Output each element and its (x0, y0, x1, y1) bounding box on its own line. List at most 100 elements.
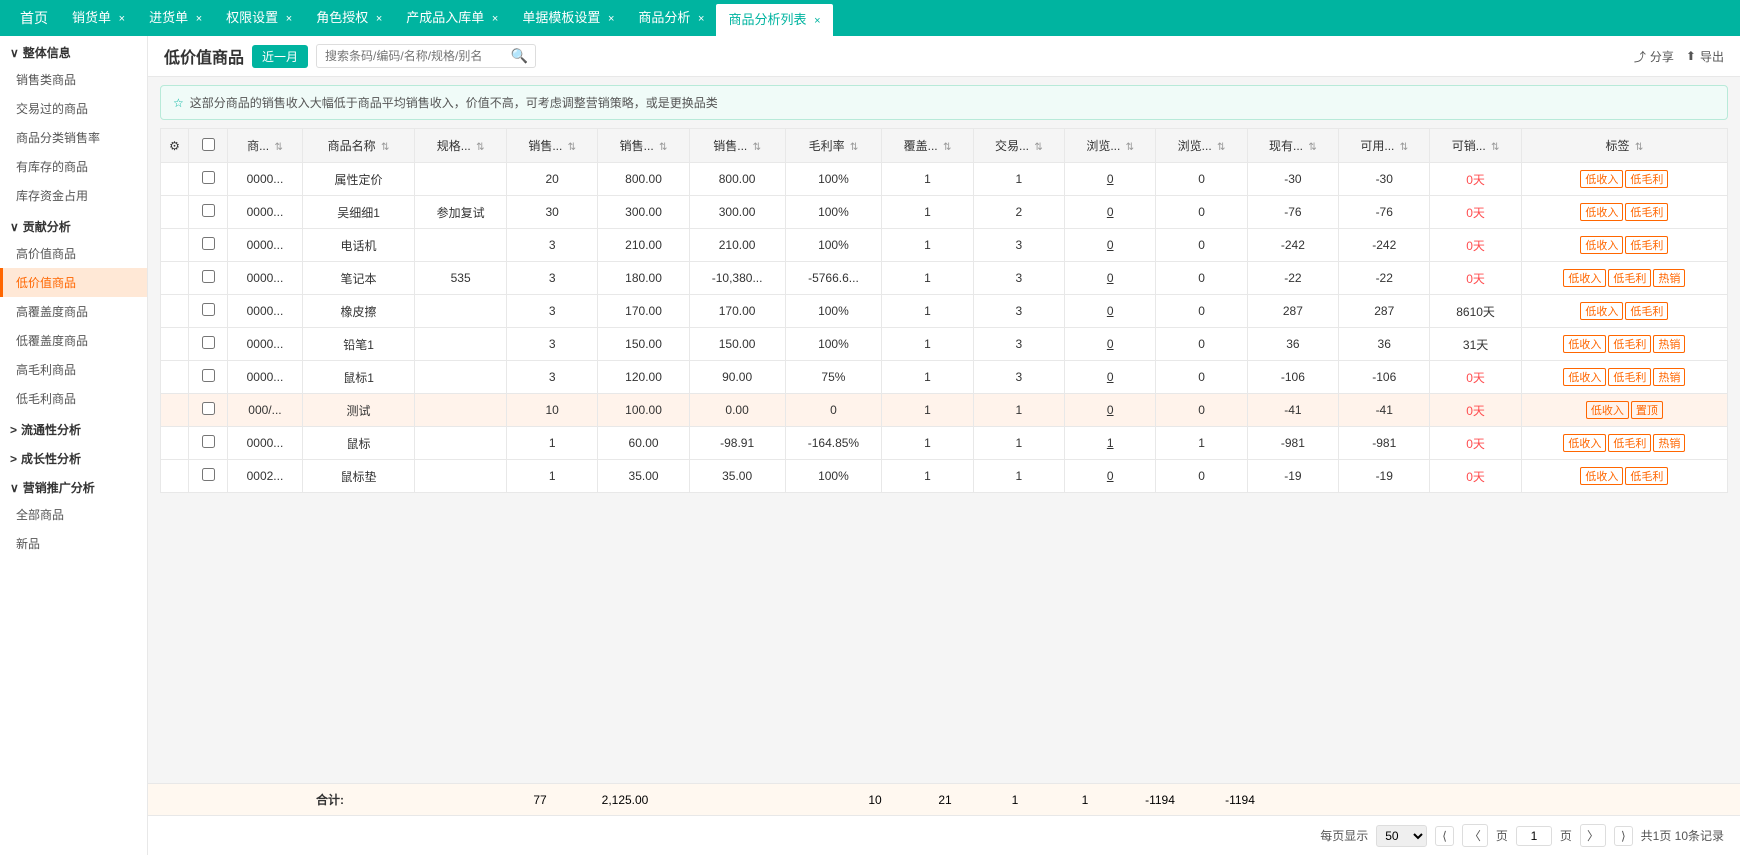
th-code[interactable]: 商... ⇅ (228, 129, 303, 163)
view1-link[interactable]: 0 (1107, 337, 1114, 351)
nav-item-purchase[interactable]: 进货单 × (137, 0, 214, 36)
td-checkbox[interactable] (189, 328, 228, 361)
view1-link[interactable]: 1 (1107, 436, 1114, 450)
row-checkbox[interactable] (202, 402, 215, 415)
table-wrapper[interactable]: ⚙ 商... ⇅ 商品名称 ⇅ 规格... ⇅ 销售... ⇅ 销售... ⇅ … (148, 128, 1740, 783)
nav-item-warehouse[interactable]: 产成品入库单 × (394, 0, 510, 36)
td-view1[interactable]: 0 (1065, 328, 1156, 361)
sidebar-group-contribution[interactable]: ∨ 贡献分析 (0, 210, 147, 239)
th-saleable[interactable]: 可销... ⇅ (1430, 129, 1521, 163)
share-button[interactable]: ⤴ 分享 (1634, 48, 1674, 65)
sidebar-item-high-coverage[interactable]: 高覆盖度商品 (0, 297, 147, 326)
th-gross-rate[interactable]: 毛利率 ⇅ (785, 129, 882, 163)
row-checkbox[interactable] (202, 303, 215, 316)
sidebar-item-inventory-capital[interactable]: 库存资金占用 (0, 181, 147, 210)
nav-item-sales[interactable]: 销货单 × (60, 0, 137, 36)
sidebar-group-overall[interactable]: ∨ 整体信息 (0, 36, 147, 65)
view1-link[interactable]: 0 (1107, 403, 1114, 417)
nav-item-permission[interactable]: 权限设置 × (214, 0, 304, 36)
row-checkbox[interactable] (202, 237, 215, 250)
home-nav-item[interactable]: 首页 (8, 0, 60, 36)
td-checkbox[interactable] (189, 229, 228, 262)
th-available[interactable]: 可用... ⇅ (1339, 129, 1430, 163)
row-checkbox[interactable] (202, 336, 215, 349)
td-days: 0天 (1430, 196, 1521, 229)
th-view1[interactable]: 浏览... ⇅ (1065, 129, 1156, 163)
th-name[interactable]: 商品名称 ⇅ (302, 129, 414, 163)
row-checkbox[interactable] (202, 435, 215, 448)
sidebar-item-high-profit[interactable]: 高毛利商品 (0, 355, 147, 384)
view1-link[interactable]: 0 (1107, 205, 1114, 219)
sidebar-group-marketing[interactable]: ∨ 营销推广分析 (0, 471, 147, 500)
nav-item-role[interactable]: 角色授权 × (304, 0, 394, 36)
th-gear[interactable]: ⚙ (161, 129, 189, 163)
last-page-button[interactable]: ⟩ (1614, 826, 1633, 846)
view1-link[interactable]: 0 (1107, 304, 1114, 318)
search-icon[interactable]: 🔍 (511, 48, 528, 65)
td-checkbox[interactable] (189, 361, 228, 394)
th-tags[interactable]: 标签 ⇅ (1521, 129, 1727, 163)
view1-link[interactable]: 0 (1107, 370, 1114, 384)
th-spec[interactable]: 规格... ⇅ (415, 129, 507, 163)
td-spec (415, 427, 507, 460)
td-checkbox[interactable] (189, 262, 228, 295)
sidebar-item-low-coverage[interactable]: 低覆盖度商品 (0, 326, 147, 355)
next-page-button[interactable]: 〉 (1580, 824, 1606, 847)
sidebar-item-low-profit[interactable]: 低毛利商品 (0, 384, 147, 413)
sidebar-group-growth[interactable]: > 成长性分析 (0, 442, 147, 471)
td-checkbox[interactable] (189, 295, 228, 328)
th-coverage[interactable]: 覆盖... ⇅ (882, 129, 973, 163)
sidebar-item-category-rate[interactable]: 商品分类销售率 (0, 123, 147, 152)
prev-page-button[interactable]: 〈 (1462, 824, 1488, 847)
sidebar-item-all-products[interactable]: 全部商品 (0, 500, 147, 529)
sidebar-item-sales-products[interactable]: 销售类商品 (0, 65, 147, 94)
td-view1[interactable]: 0 (1065, 361, 1156, 394)
nav-item-analysis[interactable]: 商品分析 × (626, 0, 716, 36)
view1-link[interactable]: 0 (1107, 238, 1114, 252)
row-checkbox[interactable] (202, 204, 215, 217)
td-view1[interactable]: 0 (1065, 262, 1156, 295)
td-sale-qty: 1 (507, 460, 598, 493)
th-checkbox[interactable] (189, 129, 228, 163)
td-checkbox[interactable] (189, 394, 228, 427)
view1-link[interactable]: 0 (1107, 271, 1114, 285)
page-size-select[interactable]: 50 100 200 (1376, 825, 1427, 847)
th-sale-amount[interactable]: 销售... ⇅ (598, 129, 689, 163)
th-current[interactable]: 现有... ⇅ (1247, 129, 1338, 163)
view1-link[interactable]: 0 (1107, 469, 1114, 483)
nav-item-template[interactable]: 单据模板设置 × (510, 0, 626, 36)
td-checkbox[interactable] (189, 460, 228, 493)
export-button[interactable]: ⬆ 导出 (1686, 48, 1724, 65)
td-checkbox[interactable] (189, 427, 228, 460)
th-view2[interactable]: 浏览... ⇅ (1156, 129, 1247, 163)
sidebar-item-new-products[interactable]: 新品 (0, 529, 147, 558)
td-checkbox[interactable] (189, 163, 228, 196)
td-checkbox[interactable] (189, 196, 228, 229)
sidebar-item-high-value[interactable]: 高价值商品 (0, 239, 147, 268)
th-sale-profit[interactable]: 销售... ⇅ (689, 129, 785, 163)
td-view1[interactable]: 1 (1065, 427, 1156, 460)
td-view1[interactable]: 0 (1065, 196, 1156, 229)
sidebar-item-low-value[interactable]: 低价值商品 (0, 268, 147, 297)
view1-link[interactable]: 0 (1107, 172, 1114, 186)
sidebar-group-flow[interactable]: > 流通性分析 (0, 413, 147, 442)
sidebar-item-stocked-products[interactable]: 有库存的商品 (0, 152, 147, 181)
td-view1[interactable]: 0 (1065, 295, 1156, 328)
th-sale-qty[interactable]: 销售... ⇅ (507, 129, 598, 163)
sidebar-item-traded-products[interactable]: 交易过的商品 (0, 94, 147, 123)
select-all-checkbox[interactable] (202, 138, 215, 151)
row-checkbox[interactable] (202, 270, 215, 283)
row-checkbox[interactable] (202, 171, 215, 184)
td-view1[interactable]: 0 (1065, 460, 1156, 493)
first-page-button[interactable]: ⟨ (1435, 826, 1454, 846)
td-view1[interactable]: 0 (1065, 163, 1156, 196)
row-checkbox[interactable] (202, 468, 215, 481)
td-view1[interactable]: 0 (1065, 229, 1156, 262)
page-input[interactable] (1516, 826, 1552, 846)
th-trade[interactable]: 交易... ⇅ (973, 129, 1064, 163)
td-view1[interactable]: 0 (1065, 394, 1156, 427)
date-filter-button[interactable]: 近一月 (252, 45, 308, 68)
nav-item-analysis-list[interactable]: 商品分析列表 × (716, 4, 832, 36)
search-input[interactable] (316, 44, 536, 68)
row-checkbox[interactable] (202, 369, 215, 382)
